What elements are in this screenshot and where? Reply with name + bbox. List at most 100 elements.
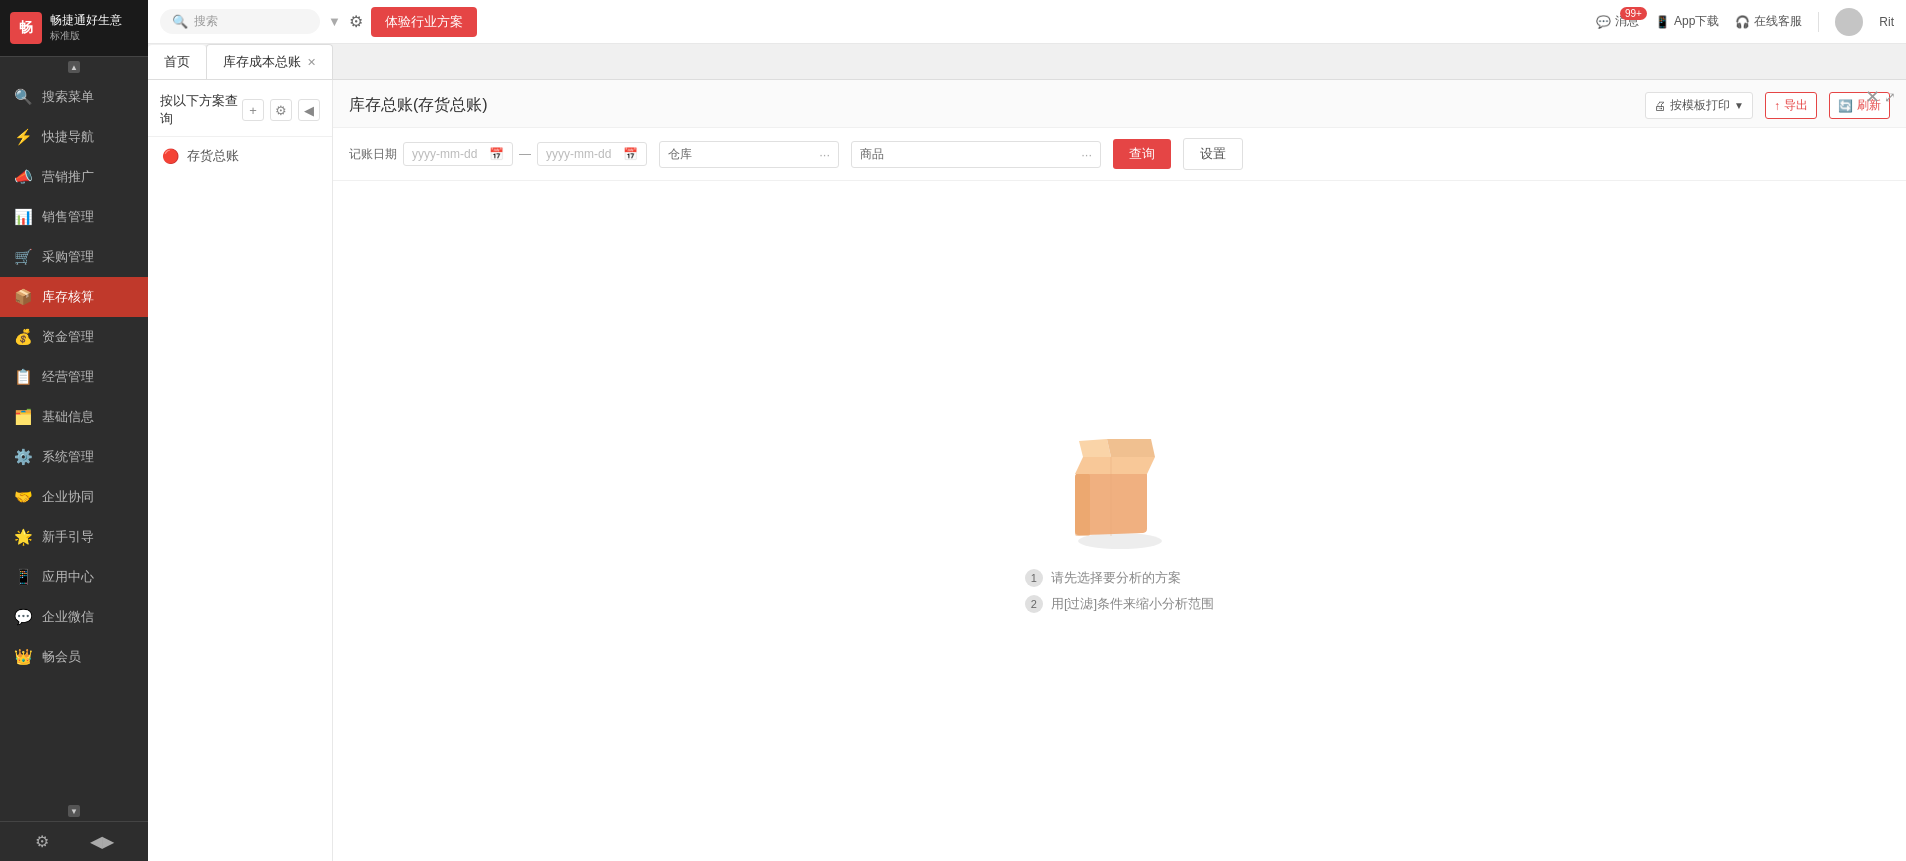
sidebar-item-sales[interactable]: 📊 销售管理 [0, 197, 148, 237]
main-area: 🔍 搜索 ▼ ⚙ 体验行业方案 💬 消息 99+ 📱 App下载 🎧 在线客服 [148, 0, 1906, 861]
sidebar-item-marketing[interactable]: 📣 营销推广 [0, 157, 148, 197]
svg-point-0 [1078, 533, 1162, 549]
operation-icon: 📋 [14, 368, 32, 386]
filter-collapse-btn[interactable]: ◀ [298, 99, 320, 121]
empty-tips: 1 请先选择要分析的方案 2 用[过滤]条件来缩小分析范围 [1025, 569, 1214, 613]
sidebar-item-label: 基础信息 [42, 408, 94, 426]
sidebar-toggle-btn[interactable]: ◀▶ [90, 832, 114, 851]
tabs-bar: 首页 库存成本总账 ✕ [148, 44, 1906, 80]
settings-btn[interactable]: 设置 [1183, 138, 1243, 170]
app-download-btn[interactable]: 📱 App下载 [1655, 13, 1719, 30]
empty-illustration [1055, 429, 1185, 549]
sidebar-item-appstore[interactable]: 📱 应用中心 [0, 557, 148, 597]
filter-add-btn[interactable]: + [242, 99, 264, 121]
empty-box-svg [1055, 429, 1185, 549]
scroll-down-btn[interactable]: ▼ [68, 805, 80, 817]
tab-home[interactable]: 首页 [148, 45, 206, 79]
topbar-search-placeholder: 搜索 [194, 13, 218, 30]
newbie-icon: 🌟 [14, 528, 32, 546]
sidebar-item-newbie[interactable]: 🌟 新手引导 [0, 517, 148, 557]
marketing-icon: 📣 [14, 168, 32, 186]
sidebar-bottom: ⚙ ◀▶ [0, 821, 148, 861]
scroll-up-btn[interactable]: ▲ [68, 61, 80, 73]
message-icon: 💬 [1596, 15, 1611, 29]
goods-input[interactable]: 商品 ··· [851, 141, 1101, 168]
page-actions: 🖨 按模板打印 ▼ ↑ 导出 🔄 刷新 [1645, 92, 1890, 119]
system-icon: ⚙️ [14, 448, 32, 466]
sidebar-item-basic[interactable]: 🗂️ 基础信息 [0, 397, 148, 437]
tab-close-btn[interactable]: ✕ [307, 57, 316, 68]
logo-icon: 畅 [10, 12, 42, 44]
empty-tip-2: 2 用[过滤]条件来缩小分析范围 [1025, 595, 1214, 613]
sidebar-nav: 🔍 搜索菜单 ⚡ 快捷导航 📣 营销推广 📊 销售管理 🛒 采购管理 📦 库存核… [0, 77, 148, 801]
filter-item-inventory-ledger[interactable]: 🔴 存货总账 [148, 137, 332, 175]
sidebar-item-wechat[interactable]: 💬 企业微信 [0, 597, 148, 637]
empty-tip-1: 1 请先选择要分析的方案 [1025, 569, 1214, 587]
avatar[interactable] [1835, 8, 1863, 36]
headset-icon: 🎧 [1735, 15, 1750, 29]
sidebar-item-member[interactable]: 👑 畅会员 [0, 637, 148, 677]
notifications-btn[interactable]: 💬 消息 99+ [1596, 13, 1639, 30]
date-start-input[interactable]: yyyy-mm-dd 📅 [403, 142, 513, 166]
expand-panel-btn[interactable]: ⤢ [1884, 90, 1896, 104]
sidebar-item-label: 库存核算 [42, 288, 94, 306]
sidebar-item-label: 企业协同 [42, 488, 94, 506]
filter-panel: 按以下方案查询 + ⚙ ◀ 🔴 存货总账 [148, 80, 333, 861]
notification-badge: 99+ [1620, 7, 1647, 20]
search-btn[interactable]: 查询 [1113, 139, 1171, 169]
settings-gear-icon: ⚙ [35, 832, 49, 851]
print-icon: 🖨 [1654, 99, 1666, 113]
online-service-btn[interactable]: 🎧 在线客服 [1735, 13, 1802, 30]
sidebar-item-enterprise[interactable]: 🤝 企业协同 [0, 477, 148, 517]
page-area: 库存总账(存货总账) 🖨 按模板打印 ▼ ↑ 导出 🔄 刷新 [333, 80, 1906, 861]
member-icon: 👑 [14, 648, 32, 666]
sidebar-item-search[interactable]: 🔍 搜索菜单 [0, 77, 148, 117]
phone-icon: 📱 [1655, 15, 1670, 29]
filter-settings-btn[interactable]: ⚙ [270, 99, 292, 121]
export-btn[interactable]: ↑ 导出 [1765, 92, 1817, 119]
calendar-start-icon[interactable]: 📅 [489, 147, 504, 161]
date-end-input[interactable]: yyyy-mm-dd 📅 [537, 142, 647, 166]
date-field: 记账日期 yyyy-mm-dd 📅 — yyyy-mm-dd 📅 [349, 142, 647, 166]
sidebar-settings-btn[interactable]: ⚙ [35, 832, 49, 851]
sidebar-item-shortcut[interactable]: ⚡ 快捷导航 [0, 117, 148, 157]
enterprise-icon: 🤝 [14, 488, 32, 506]
sidebar-item-system[interactable]: ⚙️ 系统管理 [0, 437, 148, 477]
app-version: 标准版 [50, 29, 122, 43]
tip-num-1: 1 [1025, 569, 1043, 587]
warehouse-more-icon: ··· [819, 147, 830, 162]
page-header: 库存总账(存货总账) 🖨 按模板打印 ▼ ↑ 导出 🔄 刷新 [333, 80, 1906, 128]
sidebar-item-label: 系统管理 [42, 448, 94, 466]
panel-controls: ✕ ⤢ [1855, 80, 1906, 114]
sidebar-item-finance[interactable]: 💰 资金管理 [0, 317, 148, 357]
sidebar-item-purchase[interactable]: 🛒 采购管理 [0, 237, 148, 277]
tab-inventory-ledger-label: 库存成本总账 [223, 53, 301, 71]
tip-text-1: 请先选择要分析的方案 [1051, 569, 1181, 587]
sidebar-item-label: 搜索菜单 [42, 88, 94, 106]
goods-label: 商品 [860, 146, 884, 163]
sidebar-item-operation[interactable]: 📋 经营管理 [0, 357, 148, 397]
close-panel-btn[interactable]: ✕ [1865, 88, 1880, 106]
app-logo: 畅 畅捷通好生意 标准版 [0, 0, 148, 57]
tab-inventory-ledger[interactable]: 库存成本总账 ✕ [206, 44, 333, 79]
warehouse-input[interactable]: 仓库 ··· [659, 141, 839, 168]
topbar-gear-icon[interactable]: ⚙ [349, 12, 363, 31]
filter-item-icon: 🔴 [162, 148, 179, 164]
date-separator: — [519, 147, 531, 161]
print-template-btn[interactable]: 🖨 按模板打印 ▼ [1645, 92, 1753, 119]
filter-header-btns: + ⚙ ◀ [242, 99, 320, 121]
sidebar-item-label: 企业微信 [42, 608, 94, 626]
topbar: 🔍 搜索 ▼ ⚙ 体验行业方案 💬 消息 99+ 📱 App下载 🎧 在线客服 [148, 0, 1906, 44]
refresh-icon: 🔄 [1838, 99, 1853, 113]
appstore-icon: 📱 [14, 568, 32, 586]
topbar-dropdown-btn[interactable]: ▼ [328, 14, 341, 29]
calendar-end-icon[interactable]: 📅 [623, 147, 638, 161]
app-name: 畅捷通好生意 [50, 13, 122, 29]
sidebar-item-inventory[interactable]: 📦 库存核算 [0, 277, 148, 317]
topbar-search-box[interactable]: 🔍 搜索 [160, 9, 320, 34]
industry-btn[interactable]: 体验行业方案 [371, 7, 477, 37]
sidebar-item-label: 营销推广 [42, 168, 94, 186]
search-bar: 记账日期 yyyy-mm-dd 📅 — yyyy-mm-dd 📅 仓库 ··· [333, 128, 1906, 181]
finance-icon: 💰 [14, 328, 32, 346]
date-label: 记账日期 [349, 146, 397, 163]
